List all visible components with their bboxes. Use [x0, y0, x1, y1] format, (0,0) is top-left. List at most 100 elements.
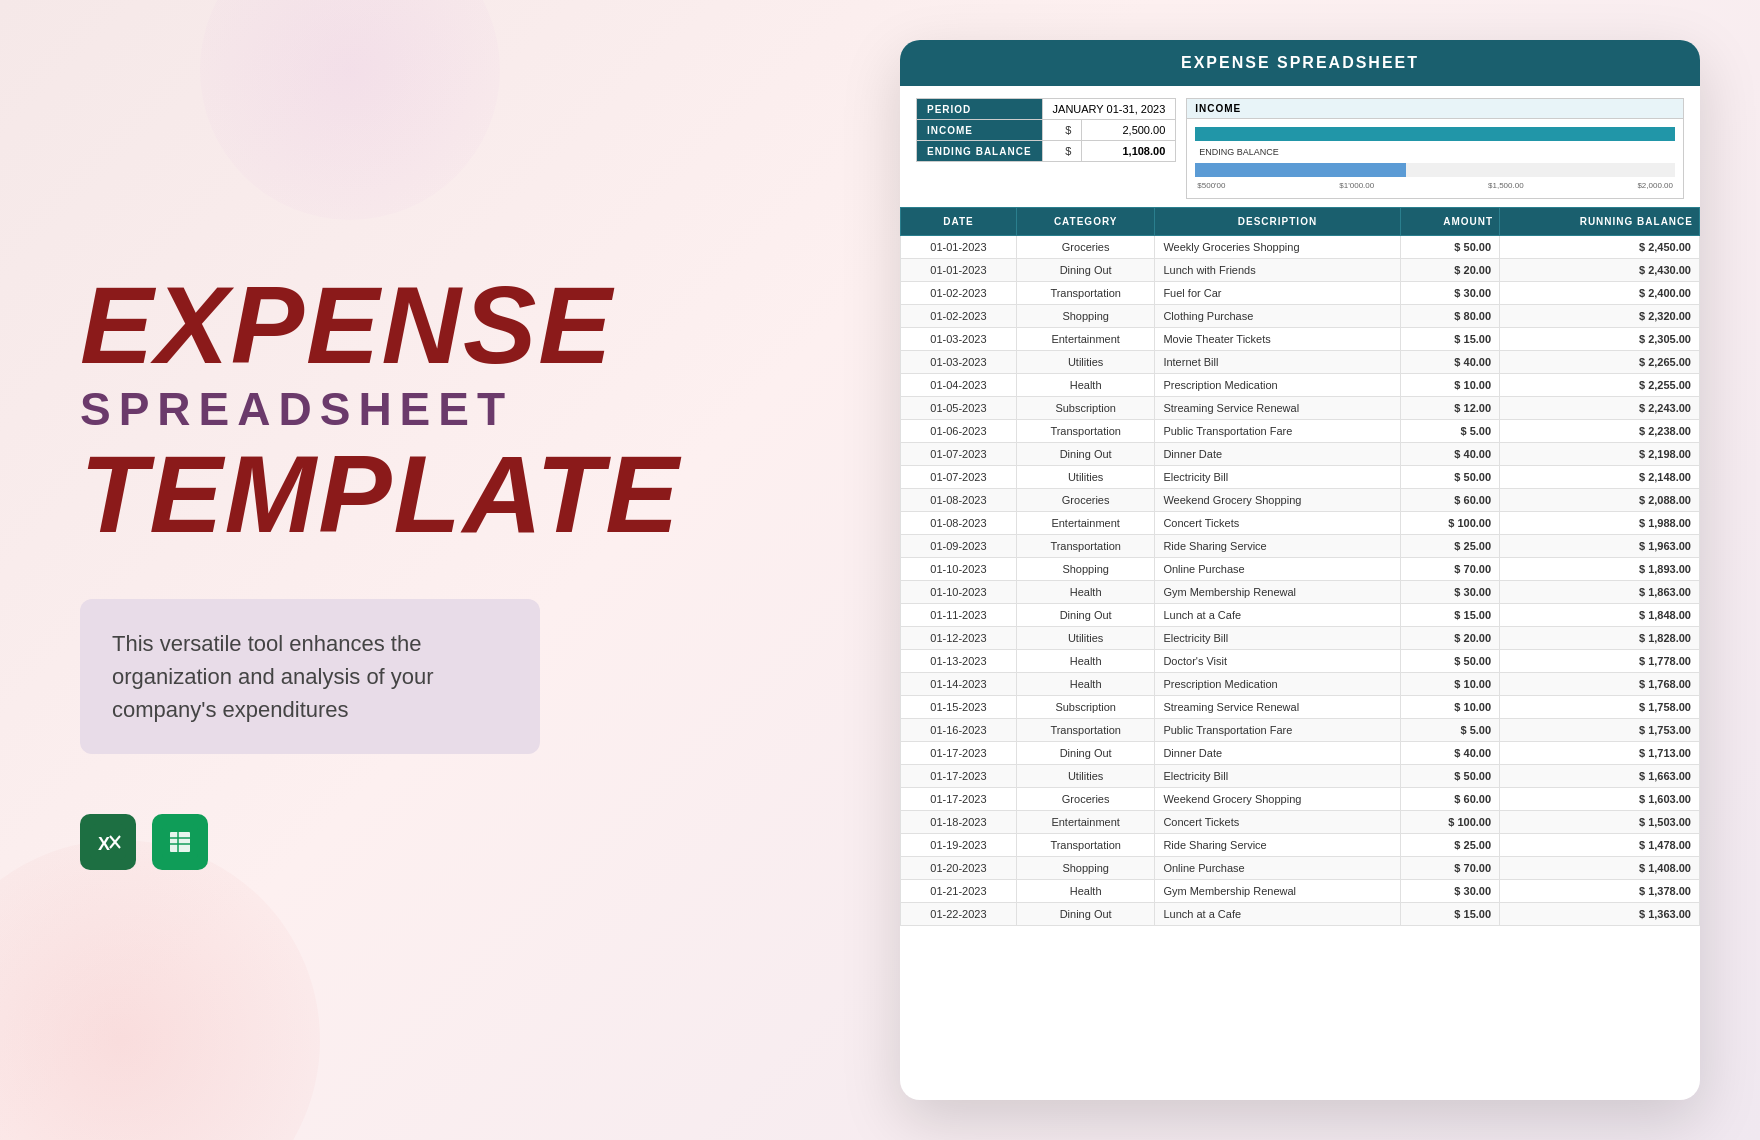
balance-dollar: $	[1639, 885, 1648, 897]
table-row: 01-03-2023UtilitiesInternet Bill$ 40.00$…	[901, 351, 1700, 374]
cell-category: Subscription	[1016, 696, 1154, 719]
cell-category: Health	[1016, 673, 1154, 696]
balance-dollar: $	[1639, 379, 1648, 391]
svg-rect-5	[170, 832, 190, 852]
svg-text:X: X	[98, 834, 110, 854]
balance-dollar: $	[1639, 586, 1648, 598]
balance-val: 1,963.00	[1648, 540, 1691, 552]
table-row: 01-19-2023TransportationRide Sharing Ser…	[901, 834, 1700, 857]
chart-bar-income-fill	[1195, 127, 1675, 141]
income-label: INCOME	[917, 120, 1043, 141]
table-row: 01-02-2023TransportationFuel for Car$ 30…	[901, 282, 1700, 305]
description-text: This versatile tool enhances the organiz…	[112, 627, 508, 726]
cell-description: Concert Tickets	[1155, 512, 1400, 535]
description-box: This versatile tool enhances the organiz…	[80, 599, 540, 754]
amount-dollar: $	[1454, 287, 1463, 299]
balance-val: 1,768.00	[1648, 678, 1691, 690]
amount-dollar: $	[1454, 356, 1463, 368]
amount-dollar: $	[1454, 264, 1463, 276]
balance-dollar: $	[1639, 448, 1648, 460]
title-line2: SPREADSHEET	[80, 380, 560, 440]
cell-date: 01-01-2023	[901, 236, 1017, 259]
cell-date: 01-19-2023	[901, 834, 1017, 857]
amount-dollar: $	[1454, 241, 1463, 253]
balance-dollar: $	[1639, 333, 1648, 345]
table-row: 01-21-2023HealthGym Membership Renewal$ …	[901, 880, 1700, 903]
amount-val: 70.00	[1464, 563, 1492, 575]
balance-dollar: $	[1639, 287, 1648, 299]
amount-val: 100.00	[1457, 517, 1491, 529]
spreadsheet-panel: EXPENSE SPREADSHEET PERIOD JANUARY 01-31…	[900, 40, 1700, 1100]
amount-val: 50.00	[1464, 770, 1492, 782]
amount-val: 50.00	[1464, 471, 1492, 483]
period-value: JANUARY 01-31, 2023	[1042, 99, 1176, 120]
balance-dollar: $	[1639, 770, 1648, 782]
amount-dollar: $	[1454, 609, 1463, 621]
amount-dollar: $	[1454, 632, 1463, 644]
amount-dollar: $	[1454, 770, 1463, 782]
col-description: DESCRIPTION	[1155, 208, 1400, 236]
table-row: 01-13-2023HealthDoctor's Visit$ 50.00$ 1…	[901, 650, 1700, 673]
balance-dollar: $	[1639, 655, 1648, 667]
balance-val: 1,753.00	[1648, 724, 1691, 736]
balance-val: 2,320.00	[1648, 310, 1691, 322]
amount-dollar: $	[1460, 425, 1469, 437]
balance-dollar: $	[1639, 609, 1648, 621]
col-category: CATEGORY	[1016, 208, 1154, 236]
col-running-balance: RUNNING BALANCE	[1500, 208, 1700, 236]
cell-description: Prescription Medication	[1155, 374, 1400, 397]
amount-val: 25.00	[1464, 839, 1492, 851]
balance-dollar: $	[1639, 678, 1648, 690]
amount-dollar: $	[1454, 885, 1463, 897]
table-row: 01-08-2023GroceriesWeekend Grocery Shopp…	[901, 489, 1700, 512]
cell-category: Dining Out	[1016, 903, 1154, 926]
cell-category: Health	[1016, 650, 1154, 673]
table-row: 01-06-2023TransportationPublic Transport…	[901, 420, 1700, 443]
cell-date: 01-08-2023	[901, 489, 1017, 512]
balance-dollar: $	[1639, 425, 1648, 437]
cell-date: 01-10-2023	[901, 558, 1017, 581]
balance-dollar: $	[1639, 816, 1648, 828]
cell-date: 01-02-2023	[901, 282, 1017, 305]
table-row: 01-10-2023HealthGym Membership Renewal$ …	[901, 581, 1700, 604]
cell-category: Entertainment	[1016, 512, 1154, 535]
balance-val: 2,450.00	[1648, 241, 1691, 253]
cell-category: Dining Out	[1016, 604, 1154, 627]
cell-description: Fuel for Car	[1155, 282, 1400, 305]
balance-dollar: $	[1639, 793, 1648, 805]
balance-val: 1,988.00	[1648, 517, 1691, 529]
sheets-icon	[152, 814, 208, 870]
table-row: 01-11-2023Dining OutLunch at a Cafe$ 15.…	[901, 604, 1700, 627]
cell-description: Lunch with Friends	[1155, 259, 1400, 282]
title-line1: EXPENSE	[80, 270, 560, 380]
cell-category: Shopping	[1016, 857, 1154, 880]
amount-val: 10.00	[1464, 701, 1492, 713]
cell-date: 01-04-2023	[901, 374, 1017, 397]
spreadsheet-title: EXPENSE SPREADSHEET	[900, 40, 1700, 86]
axis-label-4: $2,000.00	[1637, 181, 1673, 190]
table-row: 01-16-2023TransportationPublic Transport…	[901, 719, 1700, 742]
table-row: 01-14-2023HealthPrescription Medication$…	[901, 673, 1700, 696]
table-row: 01-17-2023Dining OutDinner Date$ 40.00$ …	[901, 742, 1700, 765]
balance-val: 1,478.00	[1648, 839, 1691, 851]
amount-val: 80.00	[1464, 310, 1492, 322]
balance-val: 2,243.00	[1648, 402, 1691, 414]
amount-val: 10.00	[1464, 379, 1492, 391]
balance-val: 2,305.00	[1648, 333, 1691, 345]
table-row: 01-07-2023UtilitiesElectricity Bill$ 50.…	[901, 466, 1700, 489]
title-line3: TEMPLATE	[80, 439, 560, 549]
income-value: 2,500.00	[1082, 120, 1176, 141]
cell-date: 01-07-2023	[901, 466, 1017, 489]
balance-dollar: $	[1639, 264, 1648, 276]
amount-val: 15.00	[1464, 908, 1492, 920]
amount-dollar: $	[1454, 402, 1463, 414]
balance-dollar: $	[1639, 540, 1648, 552]
amount-val: 70.00	[1464, 862, 1492, 874]
amount-dollar: $	[1454, 379, 1463, 391]
amount-val: 40.00	[1464, 448, 1492, 460]
chart-area: ENDING BALANCE $500'00 $1'000.00 $1,500.…	[1187, 119, 1683, 198]
data-table-container: DATE CATEGORY DESCRIPTION AMOUNT RUNNING…	[900, 207, 1700, 1100]
amount-val: 10.00	[1464, 678, 1492, 690]
amount-dollar: $	[1454, 862, 1463, 874]
cell-description: Weekend Grocery Shopping	[1155, 788, 1400, 811]
